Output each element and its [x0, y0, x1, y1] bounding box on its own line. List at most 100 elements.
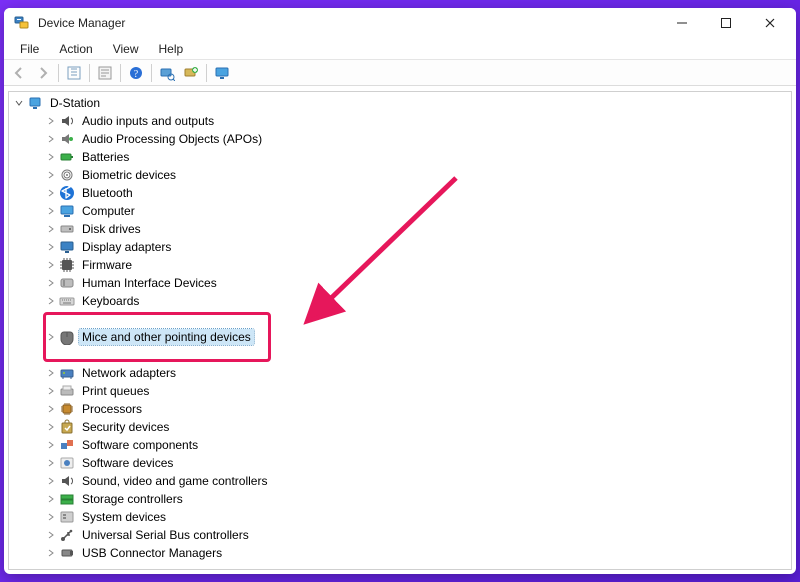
- chevron-right-icon[interactable]: [45, 169, 57, 181]
- back-button[interactable]: [8, 62, 30, 84]
- help-button[interactable]: ?: [125, 62, 147, 84]
- sw-devices-icon: [59, 455, 75, 471]
- chevron-right-icon[interactable]: [45, 457, 57, 469]
- scan-hardware-button[interactable]: [156, 62, 178, 84]
- tree-item-label: Print queues: [79, 383, 152, 399]
- chevron-right-icon[interactable]: [45, 511, 57, 523]
- chevron-right-icon[interactable]: [45, 547, 57, 559]
- network-icon: [59, 365, 75, 381]
- chevron-right-icon[interactable]: [45, 295, 57, 307]
- tree-item-mice[interactable]: Mice and other pointing devices: [13, 328, 791, 346]
- close-button[interactable]: [748, 8, 792, 38]
- tree-item-batteries[interactable]: Batteries: [13, 148, 791, 166]
- chevron-right-icon[interactable]: [45, 241, 57, 253]
- toolbar-separator: [206, 64, 207, 82]
- audio-io-icon: [59, 113, 75, 129]
- chevron-right-icon[interactable]: [45, 187, 57, 199]
- tree-item-display[interactable]: Display adapters: [13, 238, 791, 256]
- chevron-right-icon[interactable]: [45, 439, 57, 451]
- chevron-right-icon[interactable]: [45, 529, 57, 541]
- usb-connector-icon: [59, 545, 75, 561]
- tree-item-security[interactable]: Security devices: [13, 418, 791, 436]
- tree-item-computer[interactable]: Computer: [13, 202, 791, 220]
- tree-item-hid[interactable]: Human Interface Devices: [13, 274, 791, 292]
- menu-file[interactable]: File: [10, 40, 49, 58]
- chevron-right-icon[interactable]: [45, 385, 57, 397]
- tree-item-label: Storage controllers: [79, 491, 186, 507]
- biometric-icon: [59, 167, 75, 183]
- tree-item-usb-controllers[interactable]: Universal Serial Bus controllers: [13, 526, 791, 544]
- tree-item-audio-io[interactable]: Audio inputs and outputs: [13, 112, 791, 130]
- tree-item-usb-connector[interactable]: USB Connector Managers: [13, 544, 791, 562]
- show-hide-tree-button[interactable]: [63, 62, 85, 84]
- chevron-right-icon[interactable]: [45, 403, 57, 415]
- usb-controllers-icon: [59, 527, 75, 543]
- maximize-button[interactable]: [704, 8, 748, 38]
- monitor-button[interactable]: [211, 62, 233, 84]
- tree-item-disk-drives[interactable]: Disk drives: [13, 220, 791, 238]
- menu-help[interactable]: Help: [149, 40, 194, 58]
- forward-button[interactable]: [32, 62, 54, 84]
- chevron-down-icon[interactable]: [13, 97, 25, 109]
- minimize-button[interactable]: [660, 8, 704, 38]
- chevron-right-icon[interactable]: [45, 367, 57, 379]
- tree-item-keyboards[interactable]: Keyboards: [13, 292, 791, 310]
- tree-item-apo[interactable]: Audio Processing Objects (APOs): [13, 130, 791, 148]
- firmware-icon: [59, 257, 75, 273]
- tree-item-label: Keyboards: [79, 293, 142, 309]
- chevron-right-icon[interactable]: [45, 493, 57, 505]
- tree-item-network[interactable]: Network adapters: [13, 364, 791, 382]
- tree-item-label: Universal Serial Bus controllers: [79, 527, 252, 543]
- chevron-right-icon[interactable]: [45, 223, 57, 235]
- tree-item-label: Display adapters: [79, 239, 174, 255]
- chevron-right-icon[interactable]: [45, 151, 57, 163]
- chevron-right-icon[interactable]: [45, 115, 57, 127]
- properties-button[interactable]: [94, 62, 116, 84]
- tree-root-label: D-Station: [47, 95, 103, 111]
- chevron-right-icon[interactable]: [45, 331, 57, 343]
- chevron-right-icon[interactable]: [45, 133, 57, 145]
- device-manager-window: Device Manager File Action View Help: [4, 8, 796, 574]
- tree-item-bluetooth[interactable]: Bluetooth: [13, 184, 791, 202]
- tree-item-label: Biometric devices: [79, 167, 179, 183]
- menu-view[interactable]: View: [103, 40, 149, 58]
- tree-item-label: System devices: [79, 509, 169, 525]
- window-title: Device Manager: [38, 16, 125, 30]
- menu-action[interactable]: Action: [49, 40, 102, 58]
- tree-item-label: Batteries: [79, 149, 132, 165]
- tree-item-label: USB Connector Managers: [79, 545, 225, 561]
- tree-item-sw-devices[interactable]: Software devices: [13, 454, 791, 472]
- add-legacy-hardware-button[interactable]: [180, 62, 202, 84]
- print-queues-icon: [59, 383, 75, 399]
- processors-icon: [59, 401, 75, 417]
- tree-item-firmware[interactable]: Firmware: [13, 256, 791, 274]
- toolbar-separator: [151, 64, 152, 82]
- tree-item-biometric[interactable]: Biometric devices: [13, 166, 791, 184]
- tree-item-label: Firmware: [79, 257, 135, 273]
- tree-item-processors[interactable]: Processors: [13, 400, 791, 418]
- tree-item-print-queues[interactable]: Print queues: [13, 382, 791, 400]
- toolbar-separator: [58, 64, 59, 82]
- toolbar-separator: [120, 64, 121, 82]
- toolbar-separator: [89, 64, 90, 82]
- chevron-right-icon[interactable]: [45, 277, 57, 289]
- tree-item-label: Mice and other pointing devices: [79, 329, 254, 345]
- svg-text:?: ?: [134, 69, 139, 80]
- tree-item-label: Sound, video and game controllers: [79, 473, 270, 489]
- tree-item-label: Software devices: [79, 455, 176, 471]
- computer-icon: [27, 95, 43, 111]
- tree-item-sw-components[interactable]: Software components: [13, 436, 791, 454]
- chevron-right-icon[interactable]: [45, 259, 57, 271]
- hid-icon: [59, 275, 75, 291]
- storage-ctrl-icon: [59, 491, 75, 507]
- sw-components-icon: [59, 437, 75, 453]
- device-tree[interactable]: D-Station Audio inputs and outputs Audio…: [9, 92, 791, 569]
- chevron-right-icon[interactable]: [45, 475, 57, 487]
- chevron-right-icon[interactable]: [45, 421, 57, 433]
- titlebar: Device Manager: [4, 8, 796, 38]
- tree-root[interactable]: D-Station: [13, 94, 791, 112]
- tree-item-storage-ctrl[interactable]: Storage controllers: [13, 490, 791, 508]
- chevron-right-icon[interactable]: [45, 205, 57, 217]
- tree-item-system-devices[interactable]: System devices: [13, 508, 791, 526]
- tree-item-sound-video[interactable]: Sound, video and game controllers: [13, 472, 791, 490]
